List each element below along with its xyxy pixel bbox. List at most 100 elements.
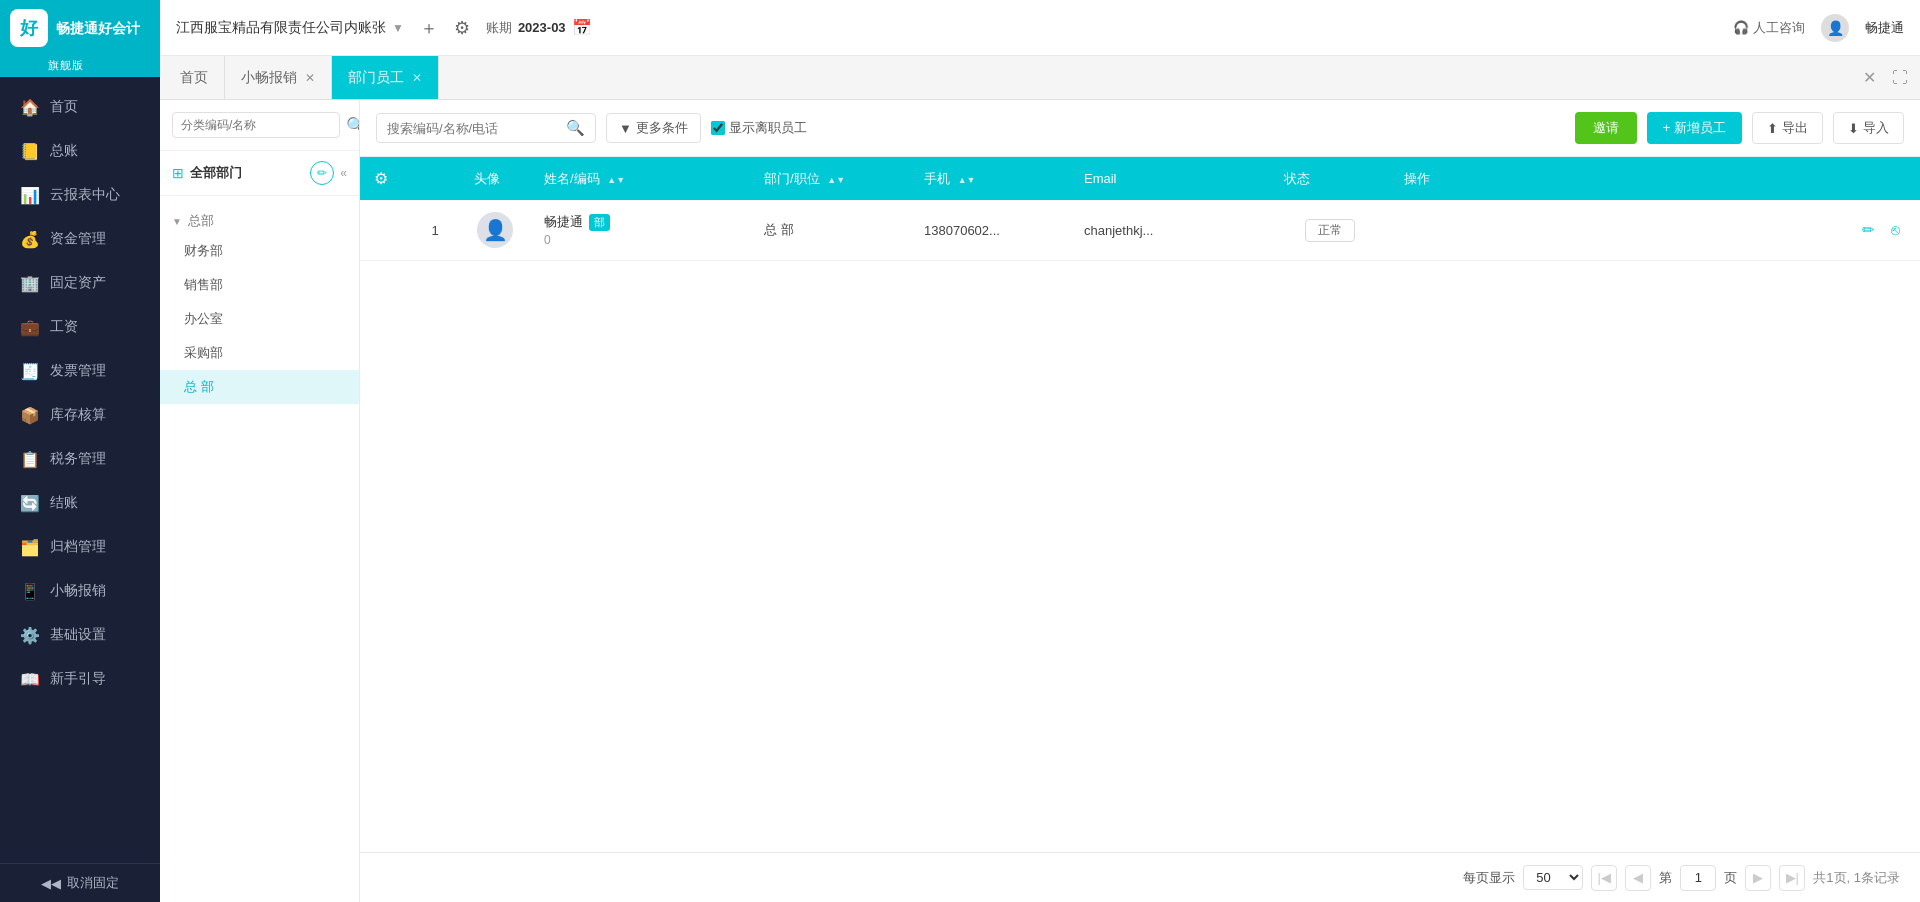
unpin-button[interactable]: ◀◀ 取消固定 — [0, 863, 160, 902]
sidebar-item-assets[interactable]: 🏢 固定资产 — [0, 261, 160, 305]
last-page-button[interactable]: ▶| — [1779, 865, 1805, 891]
sidebar-item-guide[interactable]: 📖 新手引导 — [0, 657, 160, 701]
tab-home[interactable]: 首页 — [164, 56, 225, 99]
tab-employees-label: 部门员工 — [348, 69, 404, 87]
sidebar-item-reports[interactable]: 📊 云报表中心 — [0, 173, 160, 217]
dept-item-general[interactable]: 总 部 — [160, 370, 359, 404]
table-col-name[interactable]: 姓名/编码 ▲▼ — [530, 157, 750, 200]
export-button[interactable]: ⬆ 导出 — [1752, 112, 1823, 144]
page-total-label: 共1页, 1条记录 — [1813, 869, 1900, 887]
home-icon: 🏠 — [20, 97, 40, 117]
tab-maximize-icon[interactable]: ⛶ — [1888, 65, 1912, 91]
employee-search-icon[interactable]: 🔍 — [566, 119, 585, 137]
tab-expense[interactable]: 小畅报销 ✕ — [225, 56, 332, 99]
period-label: 账期 — [486, 19, 512, 37]
sidebar-item-invoice[interactable]: 🧾 发票管理 — [0, 349, 160, 393]
dept-label-zongbu: 总部 — [188, 212, 214, 230]
dept-collapse-icon[interactable]: « — [340, 166, 347, 180]
prev-page-button[interactable]: ◀ — [1625, 865, 1651, 891]
export-icon: ⬆ — [1767, 121, 1778, 136]
dept-item-office-label: 办公室 — [184, 311, 223, 326]
sidebar-item-inventory[interactable]: 📦 库存核算 — [0, 393, 160, 437]
finance-icon: 💰 — [20, 229, 40, 249]
name-wrap: 畅捷通 部 — [544, 213, 736, 231]
table-settings-col[interactable]: ⚙ — [360, 157, 410, 200]
sidebar-label-guide: 新手引导 — [50, 670, 106, 688]
first-page-button[interactable]: |◀ — [1591, 865, 1617, 891]
all-dept-header[interactable]: ⊞ 全部部门 ✏ « — [160, 151, 359, 196]
sidebar-item-expense[interactable]: 📱 小畅报销 — [0, 569, 160, 613]
expense-icon: 📱 — [20, 581, 40, 601]
dept-search-input[interactable] — [172, 112, 340, 138]
sidebar-item-close[interactable]: 🔄 结账 — [0, 481, 160, 525]
dept-item-finance[interactable]: 财务部 — [160, 234, 359, 268]
dept-item-sales[interactable]: 销售部 — [160, 268, 359, 302]
ledger-icon: 📒 — [20, 141, 40, 161]
import-label: 导入 — [1863, 119, 1889, 137]
add-tab-icon[interactable]: ＋ — [420, 16, 438, 40]
employee-table-container: ⚙ 头像 姓名/编码 ▲▼ 部门/职位 — [360, 157, 1920, 852]
tab-expense-close-icon[interactable]: ✕ — [305, 71, 315, 85]
sidebar-item-tax[interactable]: 📋 税务管理 — [0, 437, 160, 481]
sidebar-item-settings[interactable]: ⚙️ 基础设置 — [0, 613, 160, 657]
sidebar-label-archive: 归档管理 — [50, 538, 106, 556]
table-col-dept[interactable]: 部门/职位 ▲▼ — [750, 157, 910, 200]
calendar-icon[interactable]: 📅 — [572, 18, 592, 37]
sidebar-label-reports: 云报表中心 — [50, 186, 120, 204]
sidebar-item-ledger[interactable]: 📒 总账 — [0, 129, 160, 173]
pagination-bar: 每页显示 50 20 100 |◀ ◀ 第 页 ▶ ▶| 共1页, 1条记录 — [360, 852, 1920, 902]
company-name: 江西服宝精品有限责任公司内账张 — [176, 19, 386, 37]
service-button[interactable]: 🎧 人工咨询 — [1733, 19, 1805, 37]
tab-bar-actions: ✕ ⛶ — [1859, 56, 1920, 99]
settings-gear-icon[interactable]: ⚙ — [454, 17, 470, 39]
table-col-phone[interactable]: 手机 ▲▼ — [910, 157, 1070, 200]
sidebar-item-finance[interactable]: 💰 资金管理 — [0, 217, 160, 261]
sidebar-item-home[interactable]: 🏠 首页 — [0, 85, 160, 129]
app-name: 畅捷通好会计 — [56, 19, 140, 37]
sidebar-label-ledger: 总账 — [50, 142, 78, 160]
logout-employee-button[interactable]: ⎋ — [1885, 217, 1906, 242]
add-employee-button[interactable]: + 新增员工 — [1647, 112, 1742, 144]
dept-item-office[interactable]: 办公室 — [160, 302, 359, 336]
show-resigned-checkbox-wrap: 显示离职员工 — [711, 119, 807, 137]
guide-icon: 📖 — [20, 669, 40, 689]
next-page-button[interactable]: ▶ — [1745, 865, 1771, 891]
tab-close-window-icon[interactable]: ✕ — [1859, 64, 1880, 91]
settings-icon: ⚙️ — [20, 625, 40, 645]
edit-employee-button[interactable]: ✏ — [1856, 217, 1881, 242]
invite-button[interactable]: 邀请 — [1575, 112, 1637, 144]
table-col-dept-label: 部门/职位 — [764, 171, 820, 186]
table-col-name-label: 姓名/编码 — [544, 171, 600, 186]
dept-item-sales-label: 销售部 — [184, 277, 223, 292]
user-avatar: 👤 — [1821, 14, 1849, 42]
dept-search-icon[interactable]: 🔍 — [346, 116, 360, 135]
tab-employees-close-icon[interactable]: ✕ — [412, 71, 422, 85]
dept-item-general-label: 总 部 — [184, 379, 214, 394]
dept-item-purchase[interactable]: 采购部 — [160, 336, 359, 370]
more-filter-button[interactable]: ▼ 更多条件 — [606, 113, 701, 143]
dept-edit-button[interactable]: ✏ — [310, 161, 334, 185]
row-status-cell: 正常 — [1270, 200, 1390, 261]
sidebar-item-archive[interactable]: 🗂️ 归档管理 — [0, 525, 160, 569]
sidebar-label-assets: 固定资产 — [50, 274, 106, 292]
import-button[interactable]: ⬇ 导入 — [1833, 112, 1904, 144]
sidebar-label-salary: 工资 — [50, 318, 78, 336]
tab-employees[interactable]: 部门员工 ✕ — [332, 56, 439, 99]
sidebar-label-expense: 小畅报销 — [50, 582, 106, 600]
status-badge: 正常 — [1305, 219, 1355, 242]
employee-search-input[interactable] — [387, 121, 566, 136]
dept-parent-zongbu[interactable]: ▼ 总部 — [160, 204, 359, 234]
sidebar-item-salary[interactable]: 💼 工资 — [0, 305, 160, 349]
company-dropdown-icon[interactable]: ▼ — [392, 21, 404, 35]
per-page-select[interactable]: 50 20 100 — [1523, 865, 1583, 890]
row-dept-cell: 总 部 — [750, 200, 910, 261]
employee-phone: 138070602... — [924, 223, 1000, 238]
show-resigned-checkbox[interactable] — [711, 121, 725, 135]
table-gear-icon[interactable]: ⚙ — [374, 170, 388, 187]
edition-label: 旗舰版 — [0, 56, 160, 77]
page-number-input[interactable] — [1680, 865, 1716, 891]
employee-code: 0 — [544, 233, 736, 247]
per-page-label: 每页显示 — [1463, 869, 1515, 887]
dept-item-purchase-label: 采购部 — [184, 345, 223, 360]
table-row: 1 👤 畅捷通 部 0 — [360, 200, 1920, 261]
